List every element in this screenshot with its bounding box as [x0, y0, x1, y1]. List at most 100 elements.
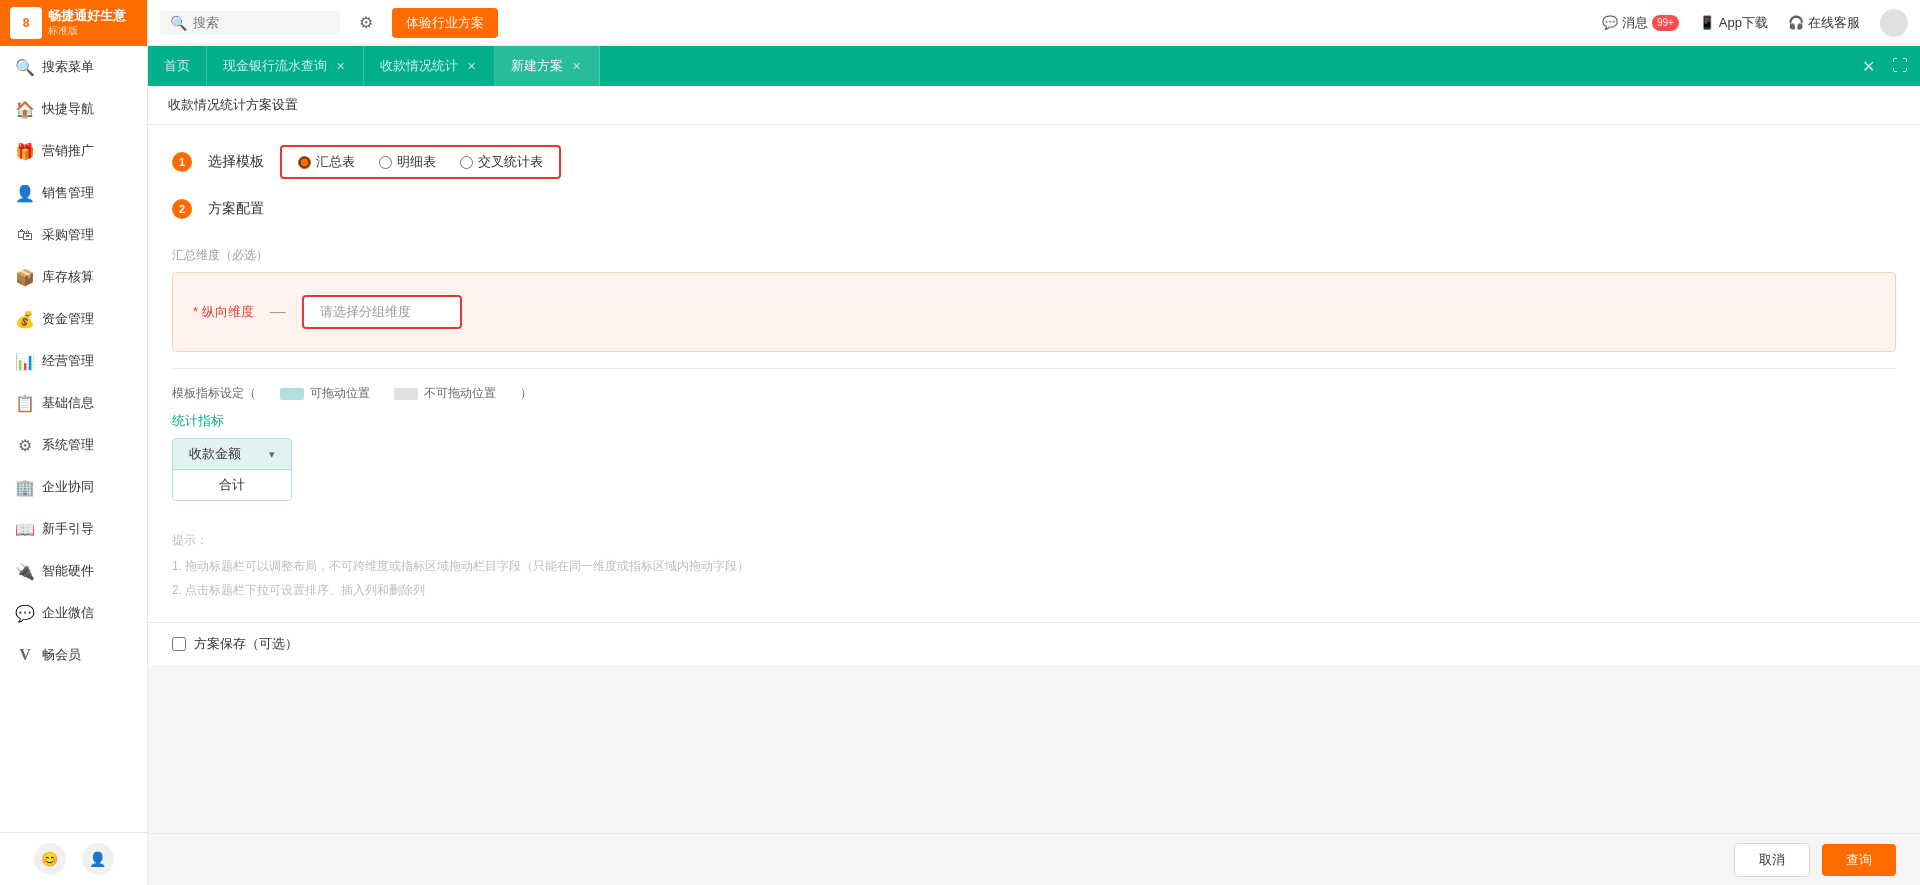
sidebar-item-inventory[interactable]: 📦 库存核算	[0, 256, 147, 298]
gift-icon: 🎁	[16, 142, 34, 160]
enterprise-icon: 🏢	[16, 478, 34, 496]
template-selector-box: 汇总表 明细表 交叉统计表	[280, 145, 561, 179]
sidebar-item-marketing[interactable]: 🎁 营销推广	[0, 130, 147, 172]
step2-row: 2 方案配置	[172, 199, 1896, 219]
sidebar-item-label: 经营管理	[42, 352, 94, 370]
step1-badge: 1	[172, 152, 192, 172]
tab-new-plan-close[interactable]: ✕	[569, 59, 583, 73]
tab-home[interactable]: 首页	[148, 46, 207, 86]
query-button[interactable]: 查询	[1822, 844, 1896, 876]
cancel-button[interactable]: 取消	[1734, 843, 1810, 877]
dimension-area: * 纵向维度 — 请选择分组维度	[172, 272, 1896, 352]
notification-badge: 99+	[1652, 15, 1679, 31]
form-section: 1 选择模板 汇总表 明细表 交叉统计表	[148, 125, 1920, 247]
non-draggable-legend-label: 不可拖动位置	[424, 385, 496, 402]
tab-receipt-stat-close[interactable]: ✕	[464, 59, 478, 73]
sidebar-item-search[interactable]: 🔍 搜索菜单	[0, 46, 147, 88]
radio-summary[interactable]: 汇总表	[298, 153, 355, 171]
dimension-section: 汇总维度（必选） * 纵向维度 — 请选择分组维度	[172, 247, 1896, 352]
sidebar-logo: 8 畅捷通好生意 标准版	[0, 0, 147, 46]
sidebar-item-sales[interactable]: 👤 销售管理	[0, 172, 147, 214]
action-bar: 取消 查询	[148, 833, 1920, 885]
sidebar-user-btn[interactable]: 👤	[82, 843, 114, 875]
indicator-table: 收款金额 ▾ 合计	[172, 438, 292, 501]
tab-bank-flow-label: 现金银行流水查询	[223, 57, 327, 75]
sidebar-item-label: 企业微信	[42, 604, 94, 622]
dimension-selector[interactable]: 请选择分组维度	[302, 295, 462, 329]
sidebar-item-guide[interactable]: 📖 新手引导	[0, 508, 147, 550]
indicator-section: 模板指标设定（ 可拖动位置 不可拖动位置 ） 统计指标 收款金额	[172, 385, 1896, 504]
sidebar-item-system[interactable]: ⚙ 系统管理	[0, 424, 147, 466]
radio-cross[interactable]: 交叉统计表	[460, 153, 543, 171]
radio-detail-input[interactable]	[379, 156, 392, 169]
search-input[interactable]	[193, 15, 323, 30]
tab-home-label: 首页	[164, 57, 190, 75]
sidebar-item-label: 搜索菜单	[42, 58, 94, 76]
tab-new-plan-label: 新建方案	[511, 57, 563, 75]
sidebar-item-finance[interactable]: 💰 资金管理	[0, 298, 147, 340]
hardware-icon: 🔌	[16, 562, 34, 580]
tip2: 2. 点击标题栏下拉可设置排序、插入列和删除列	[172, 578, 1896, 602]
indicator-label: 统计指标	[172, 412, 1896, 430]
sidebar-smiley-btn[interactable]: 😊	[34, 843, 66, 875]
sidebar-item-label: 新手引导	[42, 520, 94, 538]
tab-receipt-stat[interactable]: 收款情况统计 ✕	[364, 46, 495, 86]
logo-sub: 标准版	[48, 24, 126, 38]
clipboard-icon: 📋	[16, 394, 34, 412]
step1-label: 选择模板	[208, 153, 264, 171]
save-row: 方案保存（可选）	[148, 622, 1920, 665]
vertical-dim-label: * 纵向维度	[193, 303, 254, 321]
sidebar-item-wechat[interactable]: 💬 企业微信	[0, 592, 147, 634]
page-header: 收款情况统计方案设置	[148, 86, 1920, 125]
tabbar: 首页 现金银行流水查询 ✕ 收款情况统计 ✕ 新建方案 ✕ ✕ ⛶	[148, 46, 1920, 86]
step1-row: 1 选择模板 汇总表 明细表 交叉统计表	[172, 145, 1896, 179]
dimension-title: 汇总维度（必选）	[172, 247, 1896, 264]
online-support-btn[interactable]: 🎧 在线客服	[1788, 14, 1860, 32]
gear-icon: ⚙	[16, 436, 34, 454]
user-avatar[interactable]	[1880, 9, 1908, 37]
sidebar-item-enterprise[interactable]: 🏢 企业协同	[0, 466, 147, 508]
sidebar-item-operations[interactable]: 📊 经营管理	[0, 340, 147, 382]
tab-bank-flow-close[interactable]: ✕	[333, 59, 347, 73]
sidebar-item-label: 企业协同	[42, 478, 94, 496]
search-icon: 🔍	[170, 15, 187, 31]
close-window-btn[interactable]: ✕	[1856, 54, 1880, 78]
sidebar-item-smart-hw[interactable]: 🔌 智能硬件	[0, 550, 147, 592]
member-icon: V	[16, 646, 34, 664]
app-download-btn[interactable]: 📱 App下载	[1699, 14, 1768, 32]
tip1: 1. 拖动标题栏可以调整布局，不可跨维度或指标区域拖动栏目字段（只能在同一维度或…	[172, 554, 1896, 578]
radio-detail-label: 明细表	[397, 153, 436, 171]
radio-detail[interactable]: 明细表	[379, 153, 436, 171]
sidebar-item-label: 营销推广	[42, 142, 94, 160]
notification-btn[interactable]: 💬 消息 99+	[1602, 14, 1679, 32]
sidebar-item-quick-nav[interactable]: 🏠 快捷导航	[0, 88, 147, 130]
draggable-legend-label: 可拖动位置	[310, 385, 370, 402]
sidebar-item-label: 资金管理	[42, 310, 94, 328]
radio-cross-label: 交叉统计表	[478, 153, 543, 171]
search-box[interactable]: 🔍	[160, 11, 340, 35]
sidebar-item-purchase[interactable]: 🛍 采购管理	[0, 214, 147, 256]
search-icon: 🔍	[16, 58, 34, 76]
tab-new-plan[interactable]: 新建方案 ✕	[495, 46, 600, 86]
chevron-down-icon[interactable]: ▾	[269, 448, 275, 461]
content-area: 收款情况统计方案设置 1 选择模板 汇总表 明细表	[148, 86, 1920, 833]
chat-icon: 💬	[16, 604, 34, 622]
sidebar-item-member[interactable]: V 畅会员	[0, 634, 147, 676]
industry-btn[interactable]: 体验行业方案	[392, 8, 498, 38]
tab-bank-flow[interactable]: 现金银行流水查询 ✕	[207, 46, 364, 86]
expand-window-btn[interactable]: ⛶	[1888, 54, 1912, 78]
indicator-legend: 模板指标设定（ 可拖动位置 不可拖动位置 ）	[172, 385, 1896, 402]
shopping-icon: 🛍	[16, 226, 34, 244]
app-icon: 📱	[1699, 15, 1715, 30]
sidebar-item-label: 库存核算	[42, 268, 94, 286]
sidebar-item-label: 采购管理	[42, 226, 94, 244]
sidebar-item-base-info[interactable]: 📋 基础信息	[0, 382, 147, 424]
radio-cross-input[interactable]	[460, 156, 473, 169]
settings-gear-btn[interactable]: ⚙	[352, 9, 380, 37]
message-icon: 💬	[1602, 15, 1618, 30]
save-checkbox[interactable]	[172, 637, 186, 651]
indicator-table-header[interactable]: 收款金额 ▾	[173, 439, 291, 470]
draggable-legend: 可拖动位置	[280, 385, 370, 402]
radio-summary-input[interactable]	[298, 156, 311, 169]
sidebar-item-label: 快捷导航	[42, 100, 94, 118]
